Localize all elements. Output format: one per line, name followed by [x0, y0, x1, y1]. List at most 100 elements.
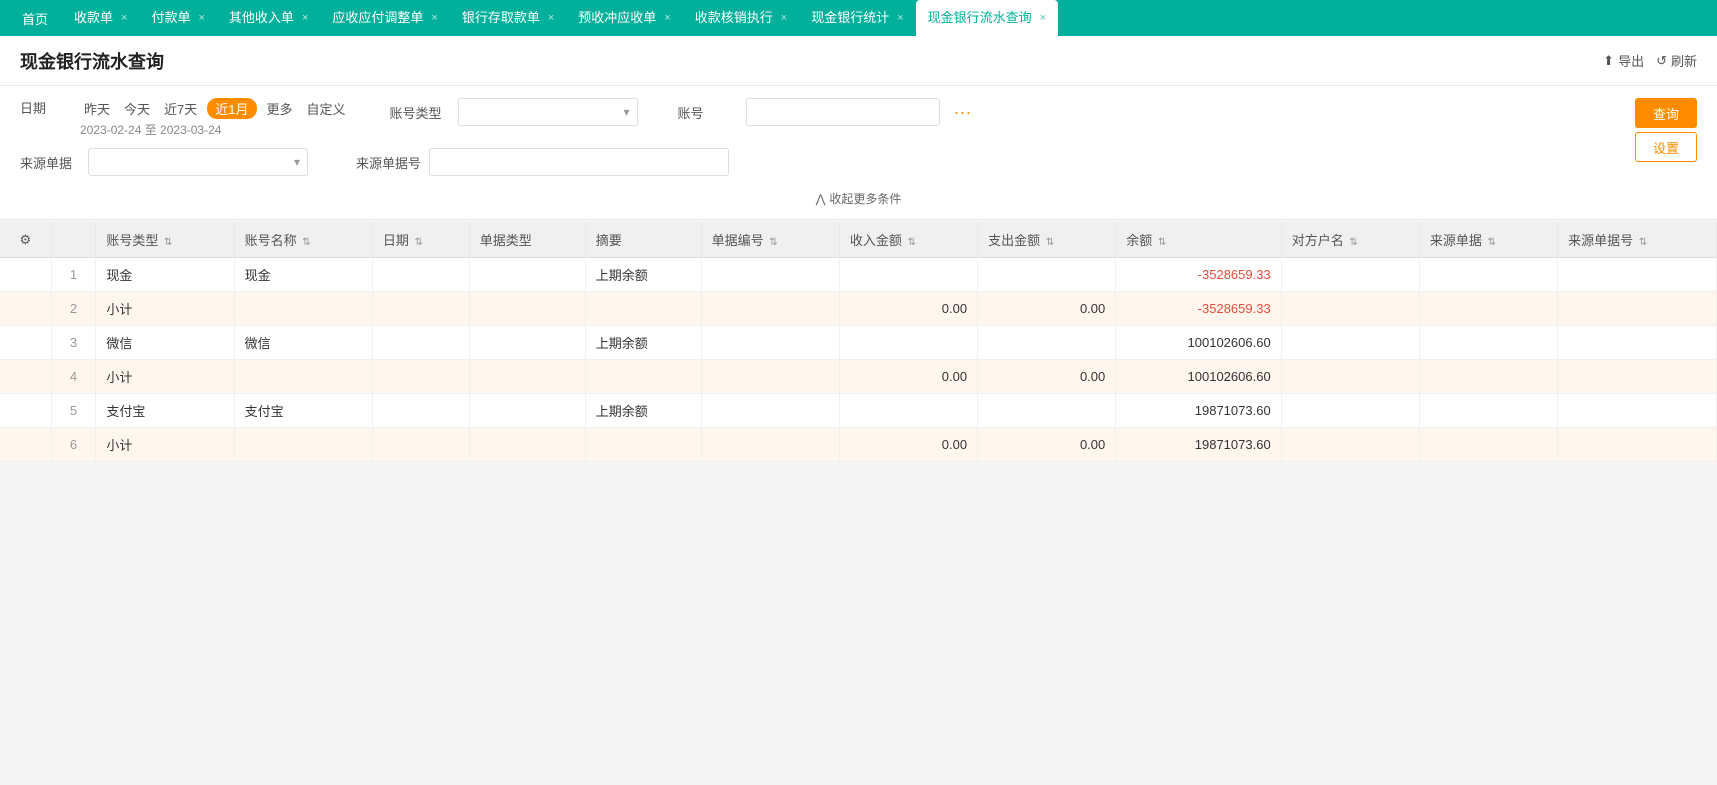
query-button[interactable]: 查询	[1635, 98, 1697, 128]
row-balance: 19871073.60	[1116, 428, 1281, 462]
settings-button[interactable]: 设置	[1635, 132, 1697, 162]
row-date	[372, 292, 469, 326]
close-icon[interactable]: ×	[121, 0, 127, 36]
row-doc-type	[469, 360, 585, 394]
table-row[interactable]: 4 小计 0.00 0.00 100102606.60	[0, 360, 1717, 394]
row-income	[839, 258, 977, 292]
row-account-name: 微信	[234, 326, 372, 360]
table-row[interactable]: 5 支付宝 支付宝 上期余额 19871073.60	[0, 394, 1717, 428]
row-settings-cell	[0, 394, 51, 428]
close-icon[interactable]: ×	[198, 0, 204, 36]
row-source-doc	[1419, 326, 1557, 360]
table-row[interactable]: 1 现金 现金 上期余额 -3528659.33	[0, 258, 1717, 292]
row-counterpart	[1281, 394, 1419, 428]
th-account-name[interactable]: 账号名称 ⇅	[234, 222, 372, 258]
row-summary: 上期余额	[585, 258, 701, 292]
nav-home[interactable]: 首页	[8, 9, 62, 28]
row-source-doc	[1419, 292, 1557, 326]
date-options: 昨天 今天 近7天 近1月 更多 自定义	[80, 98, 350, 119]
nav-tab-label: 预收冲应收单	[578, 0, 656, 36]
table-row[interactable]: 2 小计 0.00 0.00 -3528659.33	[0, 292, 1717, 326]
row-account-type: 支付宝	[96, 394, 234, 428]
account-type-select[interactable]	[458, 98, 638, 126]
refresh-label: 刷新	[1671, 51, 1697, 70]
table-row[interactable]: 6 小计 0.00 0.00 19871073.60	[0, 428, 1717, 462]
account-dots-btn[interactable]: ···	[948, 102, 978, 123]
th-counterpart[interactable]: 对方户名 ⇅	[1281, 222, 1419, 258]
th-source-doc[interactable]: 来源单据 ⇅	[1419, 222, 1557, 258]
refresh-button[interactable]: ↺ 刷新	[1656, 51, 1697, 70]
close-icon[interactable]: ×	[431, 0, 437, 36]
row-doc-type	[469, 258, 585, 292]
nav-tab-skxs[interactable]: 收款核销执行 ×	[683, 0, 799, 36]
date-option-custom[interactable]: 自定义	[303, 98, 350, 119]
row-doc-type	[469, 292, 585, 326]
close-icon[interactable]: ×	[548, 0, 554, 36]
collapse-bar[interactable]: ⋀ 收起更多条件	[20, 186, 1697, 211]
row-account-type: 小计	[96, 360, 234, 394]
nav-tab-xjyhls[interactable]: 现金银行流水查询 ×	[916, 0, 1058, 36]
nav-tab-ysyf[interactable]: 应收应付调整单 ×	[320, 0, 449, 36]
row-source-doc-no	[1558, 292, 1717, 326]
th-doc-no[interactable]: 单据编号 ⇅	[701, 222, 839, 258]
row-date	[372, 360, 469, 394]
row-source-doc	[1419, 360, 1557, 394]
filter-area: 日期 昨天 今天 近7天 近1月 更多 自定义 2023-02-24 至 202…	[0, 86, 1717, 220]
th-expense[interactable]: 支出金额 ⇅	[978, 222, 1116, 258]
date-option-1month[interactable]: 近1月	[207, 98, 256, 119]
nav-tab-yhcq[interactable]: 银行存取款单 ×	[450, 0, 566, 36]
row-account-name	[234, 360, 372, 394]
page-header: 现金银行流水查询 ⬆ 导出 ↺ 刷新	[0, 36, 1717, 86]
row-settings-cell	[0, 292, 51, 326]
th-date[interactable]: 日期 ⇅	[372, 222, 469, 258]
close-icon[interactable]: ×	[781, 0, 787, 36]
header-actions: ⬆ 导出 ↺ 刷新	[1603, 51, 1697, 70]
nav-tab-fukuandan[interactable]: 付款单 ×	[139, 0, 216, 36]
close-icon[interactable]: ×	[664, 0, 670, 36]
th-settings[interactable]: ⚙	[0, 222, 51, 258]
refresh-icon: ↺	[1656, 53, 1667, 69]
row-expense: 0.00	[978, 292, 1116, 326]
date-option-7days[interactable]: 近7天	[160, 98, 201, 119]
row-index: 4	[51, 360, 96, 394]
row-date	[372, 394, 469, 428]
row-income: 0.00	[839, 428, 977, 462]
row-counterpart	[1281, 428, 1419, 462]
date-option-today[interactable]: 今天	[120, 98, 154, 119]
row-expense	[978, 258, 1116, 292]
data-table-container: ⚙ 账号类型 ⇅ 账号名称 ⇅ 日期 ⇅ 单据类型 摘要 单据编号 ⇅ 收入金额…	[0, 222, 1717, 462]
nav-tab-qtsr[interactable]: 其他收入单 ×	[217, 0, 320, 36]
row-account-name: 现金	[234, 258, 372, 292]
row-source-doc-no	[1558, 428, 1717, 462]
date-option-more[interactable]: 更多	[263, 98, 297, 119]
close-icon[interactable]: ×	[1040, 0, 1046, 36]
source-doc-no-input[interactable]	[429, 148, 729, 176]
th-balance[interactable]: 余额 ⇅	[1116, 222, 1281, 258]
account-type-select-wrapper	[458, 98, 638, 126]
th-doc-type: 单据类型	[469, 222, 585, 258]
nav-tab-xjyhtj[interactable]: 现金银行统计 ×	[799, 0, 915, 36]
close-icon[interactable]: ×	[897, 0, 903, 36]
nav-tab-label: 付款单	[151, 0, 190, 36]
close-icon[interactable]: ×	[302, 0, 308, 36]
nav-tab-label: 银行存取款单	[462, 0, 540, 36]
th-source-doc-no[interactable]: 来源单据号 ⇅	[1558, 222, 1717, 258]
th-account-type[interactable]: 账号类型 ⇅	[96, 222, 234, 258]
table-body: 1 现金 现金 上期余额 -3528659.33 2 小计 0.00 0.00 …	[0, 258, 1717, 462]
nav-tab-shoukuandan[interactable]: 收款单 ×	[62, 0, 139, 36]
source-doc-select-wrapper	[88, 148, 308, 176]
row-doc-type	[469, 326, 585, 360]
export-button[interactable]: ⬆ 导出	[1603, 51, 1644, 70]
row-account-type: 小计	[96, 428, 234, 462]
th-income[interactable]: 收入金额 ⇅	[839, 222, 977, 258]
date-option-yesterday[interactable]: 昨天	[80, 98, 114, 119]
table-header-row: ⚙ 账号类型 ⇅ 账号名称 ⇅ 日期 ⇅ 单据类型 摘要 单据编号 ⇅ 收入金额…	[0, 222, 1717, 258]
row-balance: -3528659.33	[1116, 258, 1281, 292]
row-index: 5	[51, 394, 96, 428]
source-doc-select[interactable]	[88, 148, 308, 176]
table-row[interactable]: 3 微信 微信 上期余额 100102606.60	[0, 326, 1717, 360]
row-index: 2	[51, 292, 96, 326]
row-balance: 100102606.60	[1116, 360, 1281, 394]
nav-tab-yschong[interactable]: 预收冲应收单 ×	[566, 0, 682, 36]
account-input[interactable]	[746, 98, 940, 126]
